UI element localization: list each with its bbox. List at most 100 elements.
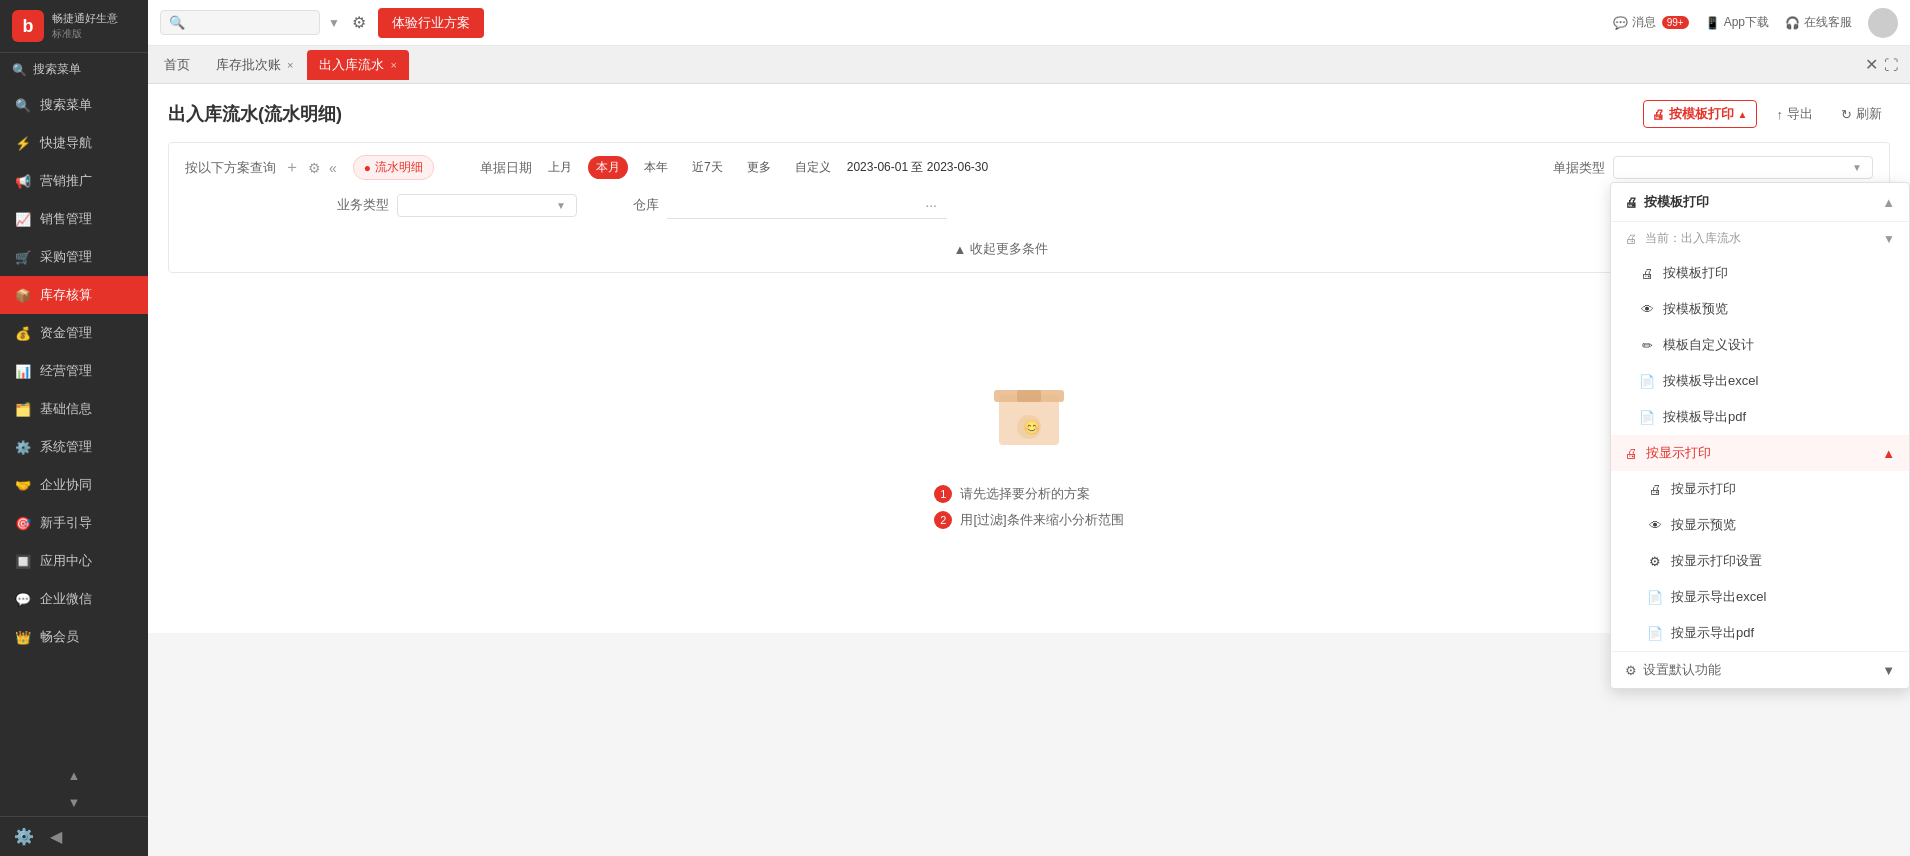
template-pdf-label: 按模板导出pdf (1663, 408, 1746, 426)
business-type-area: 业务类型 ▼ (337, 194, 577, 217)
tab-batch-account-close[interactable]: × (287, 59, 293, 71)
sidebar-scroll-down[interactable]: ▲ (0, 762, 148, 789)
sidebar-item-wechat[interactable]: 💬 企业微信 (0, 580, 148, 618)
sidebar-item-inventory[interactable]: 📦 库存核算 (0, 276, 148, 314)
sidebar-icon-quick-nav: ⚡ (14, 134, 32, 152)
date-option-7days[interactable]: 近7天 (684, 156, 731, 179)
refresh-button[interactable]: ↻ 刷新 (1833, 101, 1890, 127)
dropdown-footer[interactable]: ⚙ 设置默认功能 ▼ (1611, 651, 1909, 688)
tab-inout-flow-label: 出入库流水 (319, 56, 384, 74)
date-option-last-month[interactable]: 上月 (540, 156, 580, 179)
export-button[interactable]: ↑ 导出 (1769, 101, 1822, 127)
active-filter-label: 流水明细 (375, 159, 423, 176)
collapse-up-icon: ▲ (954, 242, 967, 257)
topbar-app-download[interactable]: 📱 App下载 (1705, 14, 1769, 31)
topbar-online-service[interactable]: 🎧 在线客服 (1785, 14, 1852, 31)
sidebar-label-enterprise: 企业协同 (40, 476, 92, 494)
sidebar-search-item[interactable]: 🔍 搜索菜单 (0, 53, 148, 86)
collapse-icon[interactable]: ◀ (50, 827, 62, 846)
topbar-search-box[interactable]: 🔍 (160, 10, 320, 35)
sidebar-scroll-up[interactable]: ▼ (0, 789, 148, 816)
sidebar-item-basic[interactable]: 🗂️ 基础信息 (0, 390, 148, 428)
warehouse-area: 仓库 ··· (633, 192, 947, 219)
dropdown-item-template-preview[interactable]: 👁 按模板预览 (1611, 291, 1909, 327)
sidebar-item-purchase[interactable]: 🛒 采购管理 (0, 238, 148, 276)
tab-batch-account[interactable]: 库存批次账 × (204, 50, 305, 80)
dropdown-item-template-pdf[interactable]: 📄 按模板导出pdf (1611, 399, 1909, 435)
sidebar-item-member[interactable]: 👑 畅会员 (0, 618, 148, 656)
user-avatar[interactable] (1868, 8, 1898, 38)
dropdown-display-print-section[interactable]: 🖨 按显示打印 ▲ (1611, 435, 1909, 471)
dropdown-sub-display-excel[interactable]: 📄 按显示导出excel (1611, 579, 1909, 615)
sidebar-icon-wechat: 💬 (14, 590, 32, 608)
display-print-section-chevron: ▲ (1882, 446, 1895, 461)
warehouse-select[interactable]: ··· (667, 192, 947, 219)
topbar-message[interactable]: 💬 消息 99+ (1613, 14, 1689, 31)
topbar-dropdown-chevron[interactable]: ▼ (328, 16, 340, 30)
dropdown-sub-display-settings[interactable]: ⚙ 按显示打印设置 (1611, 543, 1909, 579)
dropdown-item-template-print[interactable]: 🖨 按模板打印 (1611, 255, 1909, 291)
date-option-this-year[interactable]: 本年 (636, 156, 676, 179)
filter-settings-icon[interactable]: ⚙ (308, 160, 321, 176)
sidebar-item-newbie[interactable]: 🎯 新手引导 (0, 504, 148, 542)
collapse-button[interactable]: ▲ 收起更多条件 (954, 240, 1049, 258)
sidebar-label-basic: 基础信息 (40, 400, 92, 418)
sidebar-logo-text-block: 畅捷通好生意 标准版 (52, 11, 118, 40)
display-print-section-label: 按显示打印 (1646, 444, 1711, 462)
date-option-custom[interactable]: 自定义 (787, 156, 839, 179)
sidebar-item-quick-nav[interactable]: ⚡ 快捷导航 (0, 124, 148, 162)
dropdown-item-template-custom[interactable]: ✏ 模板自定义设计 (1611, 327, 1909, 363)
sidebar-item-system[interactable]: ⚙️ 系统管理 (0, 428, 148, 466)
tab-inout-flow-close[interactable]: × (390, 59, 396, 71)
print-template-button[interactable]: 🖨 按模板打印 ▲ (1643, 100, 1757, 128)
voucher-type-select[interactable]: ▼ (1613, 156, 1873, 179)
sidebar-item-operation[interactable]: 📊 经营管理 (0, 352, 148, 390)
date-option-more[interactable]: 更多 (739, 156, 779, 179)
sidebar-item-enterprise[interactable]: 🤝 企业协同 (0, 466, 148, 504)
dropdown-current-chevron[interactable]: ▼ (1883, 232, 1895, 246)
dropdown-current-section: 🖨 当前：出入库流水 ▼ (1611, 222, 1909, 255)
sidebar-item-search[interactable]: 🔍 搜索菜单 (0, 86, 148, 124)
dropdown-sub-display-preview[interactable]: 👁 按显示预览 (1611, 507, 1909, 543)
dropdown-header-chevron[interactable]: ▲ (1882, 195, 1895, 210)
dropdown-item-template-excel[interactable]: 📄 按模板导出excel (1611, 363, 1909, 399)
topbar-search-input[interactable] (189, 16, 311, 30)
tab-close-main-icon[interactable]: ✕ (1865, 55, 1878, 74)
sidebar-icon-finance: 💰 (14, 324, 32, 342)
empty-step-2: 2 用[过滤]条件来缩小分析范围 (934, 511, 1123, 529)
sidebar-label-search: 搜索菜单 (40, 96, 92, 114)
sidebar-label-finance: 资金管理 (40, 324, 92, 342)
display-pdf-icon: 📄 (1647, 625, 1663, 641)
warehouse-more-icon: ··· (925, 197, 937, 213)
dropdown-sub-display-print[interactable]: 🖨 按显示打印 (1611, 471, 1909, 507)
tab-expand-icon[interactable]: ⛶ (1884, 57, 1898, 73)
trial-button[interactable]: 体验行业方案 (378, 8, 484, 38)
sidebar-item-sales[interactable]: 📈 销售管理 (0, 200, 148, 238)
template-custom-label: 模板自定义设计 (1663, 336, 1754, 354)
dropdown-current-label: 当前：出入库流水 (1645, 230, 1741, 247)
filter-collapse-icon[interactable]: « (329, 160, 337, 176)
tab-bar: 首页 库存批次账 × 出入库流水 × ✕ ⛶ (148, 46, 1910, 84)
template-excel-icon: 📄 (1639, 373, 1655, 389)
topbar-gear-icon[interactable]: ⚙ (352, 13, 366, 32)
business-type-select[interactable]: ▼ (397, 194, 577, 217)
sidebar-item-finance[interactable]: 💰 资金管理 (0, 314, 148, 352)
tab-inout-flow[interactable]: 出入库流水 × (307, 50, 408, 80)
filter-active-tag[interactable]: ● 流水明细 (353, 155, 434, 180)
business-type-chevron: ▼ (556, 200, 566, 211)
page-title: 出入库流水(流水明细) (168, 102, 342, 126)
date-range-display: 2023-06-01 至 2023-06-30 (847, 159, 988, 176)
filter-add-icon[interactable]: ＋ (284, 157, 300, 178)
empty-steps-list: 1 请先选择要分析的方案 2 用[过滤]条件来缩小分析范围 (934, 485, 1123, 537)
settings-icon[interactable]: ⚙️ (14, 827, 34, 846)
date-option-this-month[interactable]: 本月 (588, 156, 628, 179)
tab-batch-account-label: 库存批次账 (216, 56, 281, 74)
dropdown-sub-display-pdf[interactable]: 📄 按显示导出pdf (1611, 615, 1909, 651)
sidebar-item-appcenter[interactable]: 🔲 应用中心 (0, 542, 148, 580)
display-settings-label: 按显示打印设置 (1671, 552, 1762, 570)
tab-home[interactable]: 首页 (152, 50, 202, 80)
sidebar-label-wechat: 企业微信 (40, 590, 92, 608)
app-download-icon: 📱 (1705, 16, 1720, 30)
sidebar-item-marketing[interactable]: 📢 营销推广 (0, 162, 148, 200)
sidebar-label-marketing: 营销推广 (40, 172, 92, 190)
